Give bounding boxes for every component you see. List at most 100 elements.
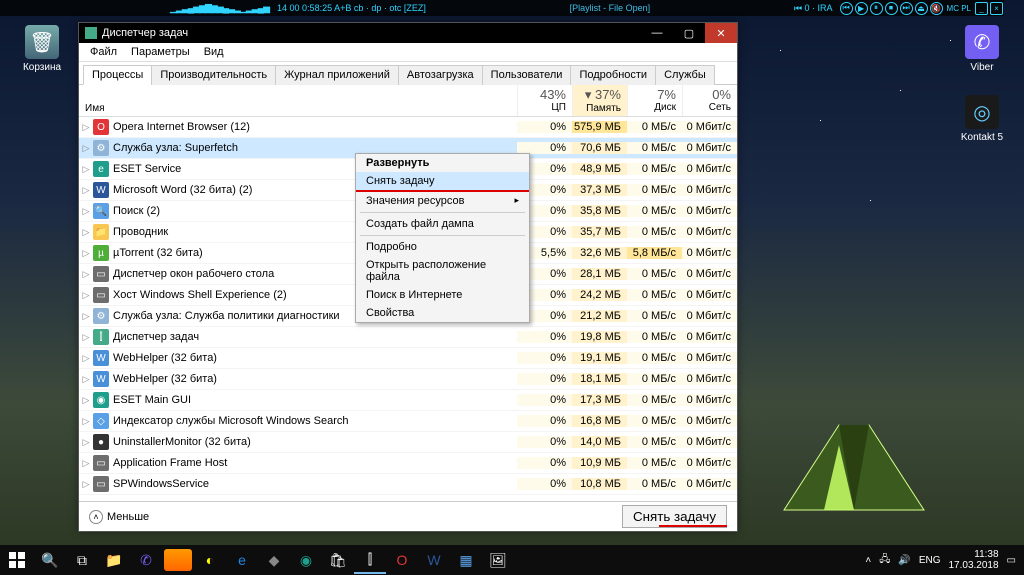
- start-button[interactable]: [0, 546, 34, 574]
- col-name[interactable]: Имя: [79, 85, 517, 116]
- ctx-Развернуть[interactable]: Развернуть: [356, 154, 529, 172]
- process-row[interactable]: ▷ ▭ SPWindowsService 0% 10,8 МБ 0 МБ/с 0…: [79, 474, 737, 495]
- cpu-value: 0%: [517, 478, 572, 490]
- menu-Параметры[interactable]: Параметры: [124, 44, 197, 60]
- tab-4[interactable]: Пользователи: [482, 65, 572, 85]
- tab-5[interactable]: Подробности: [570, 65, 656, 85]
- expand-icon[interactable]: ▷: [79, 458, 93, 469]
- expand-icon[interactable]: ▷: [79, 185, 93, 196]
- expand-icon[interactable]: ▷: [79, 479, 93, 490]
- process-row[interactable]: ▷ ● UninstallerMonitor (32 бита) 0% 14,0…: [79, 432, 737, 453]
- taskbar-app2[interactable]: ◐: [194, 546, 226, 574]
- desktop-viber[interactable]: ✆ Viber: [952, 25, 1012, 73]
- column-headers[interactable]: Имя 43%ЦП ▾ 37%Память 7%Диск 0%Сеть: [79, 85, 737, 117]
- tab-1[interactable]: Производительность: [151, 65, 276, 85]
- ctx-Подробно[interactable]: Подробно: [356, 238, 529, 256]
- menu-Вид[interactable]: Вид: [197, 44, 231, 60]
- close-button[interactable]: ✕: [705, 23, 737, 43]
- process-row[interactable]: ▷ W WebHelper (32 бита) 0% 19,1 МБ 0 МБ/…: [79, 348, 737, 369]
- tab-0[interactable]: Процессы: [83, 65, 152, 85]
- tray-chevron-up-icon[interactable]: ˄: [865, 555, 871, 566]
- titlebar[interactable]: Диспетчер задач — ▢ ✕: [79, 23, 737, 43]
- tab-6[interactable]: Службы: [655, 65, 715, 85]
- expand-icon[interactable]: ▷: [79, 290, 93, 301]
- col-memory[interactable]: ▾ 37%Память: [572, 85, 627, 116]
- expand-icon[interactable]: ▷: [79, 395, 93, 406]
- disk-value: 0 МБ/с: [627, 331, 682, 343]
- expand-icon[interactable]: ▷: [79, 206, 93, 217]
- tab-2[interactable]: Журнал приложений: [275, 65, 399, 85]
- task-view-icon[interactable]: ⧉: [66, 546, 98, 574]
- expand-icon[interactable]: ▷: [79, 353, 93, 364]
- expand-icon[interactable]: ▷: [79, 164, 93, 175]
- expand-icon[interactable]: ▷: [79, 227, 93, 238]
- process-row[interactable]: ▷ ◉ ESET Main GUI 0% 17,3 МБ 0 МБ/с 0 Мб…: [79, 390, 737, 411]
- search-icon[interactable]: 🔍: [34, 546, 66, 574]
- tray-notifications-icon[interactable]: ▭: [1007, 555, 1016, 566]
- ctx-Создать файл дампа[interactable]: Создать файл дампа: [356, 215, 529, 233]
- taskbar-store[interactable]: 🛍: [322, 546, 354, 574]
- disk-value: 0 МБ/с: [627, 268, 682, 280]
- media-mode-label[interactable]: MC PL: [947, 4, 971, 13]
- expand-icon[interactable]: ▷: [79, 416, 93, 427]
- network-value: 0 Мбит/с: [682, 289, 737, 301]
- taskbar-viber[interactable]: ✆: [130, 546, 162, 574]
- process-row[interactable]: ▷ ◇ Индексатор службы Microsoft Windows …: [79, 411, 737, 432]
- tray-volume-icon[interactable]: 🔊: [898, 555, 910, 566]
- fewer-details-button[interactable]: ˄ Меньше: [89, 510, 149, 524]
- media-min-icon[interactable]: _: [975, 2, 988, 15]
- media-prev-icon[interactable]: ⏮: [840, 2, 853, 15]
- expand-icon[interactable]: ▷: [79, 248, 93, 259]
- process-row[interactable]: ▷ W WebHelper (32 бита) 0% 18,1 МБ 0 МБ/…: [79, 369, 737, 390]
- process-row[interactable]: ▷ ⫿ Диспетчер задач 0% 19,8 МБ 0 МБ/с 0 …: [79, 327, 737, 348]
- media-close-icon[interactable]: ×: [990, 2, 1003, 15]
- menu-Файл[interactable]: Файл: [83, 44, 124, 60]
- disk-value: 0 МБ/с: [627, 121, 682, 133]
- minimize-button[interactable]: —: [641, 23, 673, 43]
- col-network[interactable]: 0%Сеть: [682, 85, 737, 116]
- media-stop-icon[interactable]: ⏹: [885, 2, 898, 15]
- expand-icon[interactable]: ▷: [79, 332, 93, 343]
- ctx-Снять задачу[interactable]: Снять задачу: [356, 172, 529, 190]
- expand-icon[interactable]: ▷: [79, 269, 93, 280]
- desktop-kontakt[interactable]: ◎ Kontakt 5: [952, 95, 1012, 143]
- col-cpu[interactable]: 43%ЦП: [517, 85, 572, 116]
- expand-icon[interactable]: ▷: [79, 311, 93, 322]
- expand-icon[interactable]: ▷: [79, 143, 93, 154]
- col-disk[interactable]: 7%Диск: [627, 85, 682, 116]
- tray-network-icon[interactable]: 🖧: [879, 552, 890, 569]
- taskbar-app4[interactable]: ▦: [450, 546, 482, 574]
- ctx-Поиск в Интернете[interactable]: Поиск в Интернете: [356, 286, 529, 304]
- media-mute-icon[interactable]: 🔇: [930, 2, 943, 15]
- tray-language[interactable]: ENG: [919, 555, 941, 566]
- taskbar-edge[interactable]: e: [226, 546, 258, 574]
- taskbar-app3[interactable]: ◆: [258, 546, 290, 574]
- maximize-button[interactable]: ▢: [673, 23, 705, 43]
- taskbar-eset[interactable]: ◉: [290, 546, 322, 574]
- ctx-Свойства[interactable]: Свойства: [356, 304, 529, 322]
- process-row[interactable]: ▷ O Opera Internet Browser (12) 0% 575,9…: [79, 117, 737, 138]
- taskbar-explorer[interactable]: 📁: [98, 546, 130, 574]
- expand-icon[interactable]: ▷: [79, 122, 93, 133]
- taskbar-opera[interactable]: O: [386, 546, 418, 574]
- desktop-recycle-bin[interactable]: 🗑 Корзина: [12, 25, 72, 73]
- ctx-Значения ресурсов[interactable]: Значения ресурсов: [356, 192, 529, 210]
- ctx-Открыть расположение файла[interactable]: Открыть расположение файла: [356, 256, 529, 286]
- taskbar-tm[interactable]: ⫿: [354, 546, 386, 574]
- expand-icon[interactable]: ▷: [79, 374, 93, 385]
- media-open-icon[interactable]: ⏏: [915, 2, 928, 15]
- tray-clock[interactable]: 11:38 17.03.2018: [948, 549, 998, 571]
- taskbar-word[interactable]: W: [418, 546, 450, 574]
- process-name: SPWindowsService: [113, 478, 517, 490]
- tab-3[interactable]: Автозагрузка: [398, 65, 483, 85]
- media-player-bar[interactable]: ▁▂▃▄▅▆▇▆▅▄▃▂▁▂▃▄▅ 14 00 0:58:25 A+B cb ·…: [0, 0, 1004, 16]
- expand-icon[interactable]: ▷: [79, 437, 93, 448]
- taskbar-app1[interactable]: [164, 549, 192, 571]
- media-pause-icon[interactable]: ⏸: [870, 2, 883, 15]
- process-row[interactable]: ▷ ▭ Application Frame Host 0% 10,9 МБ 0 …: [79, 453, 737, 474]
- taskbar[interactable]: 🔍 ⧉ 📁 ✆ ◐ e ◆ ◉ 🛍 ⫿ O W ▦ 🖼 ˄ 🖧 🔊 ENG 11…: [0, 545, 1024, 575]
- process-icon: ⫿: [93, 329, 109, 345]
- taskbar-pictures[interactable]: 🖼: [482, 546, 514, 574]
- media-play-icon[interactable]: ▶: [855, 2, 868, 15]
- media-next-icon[interactable]: ⏭: [900, 2, 913, 15]
